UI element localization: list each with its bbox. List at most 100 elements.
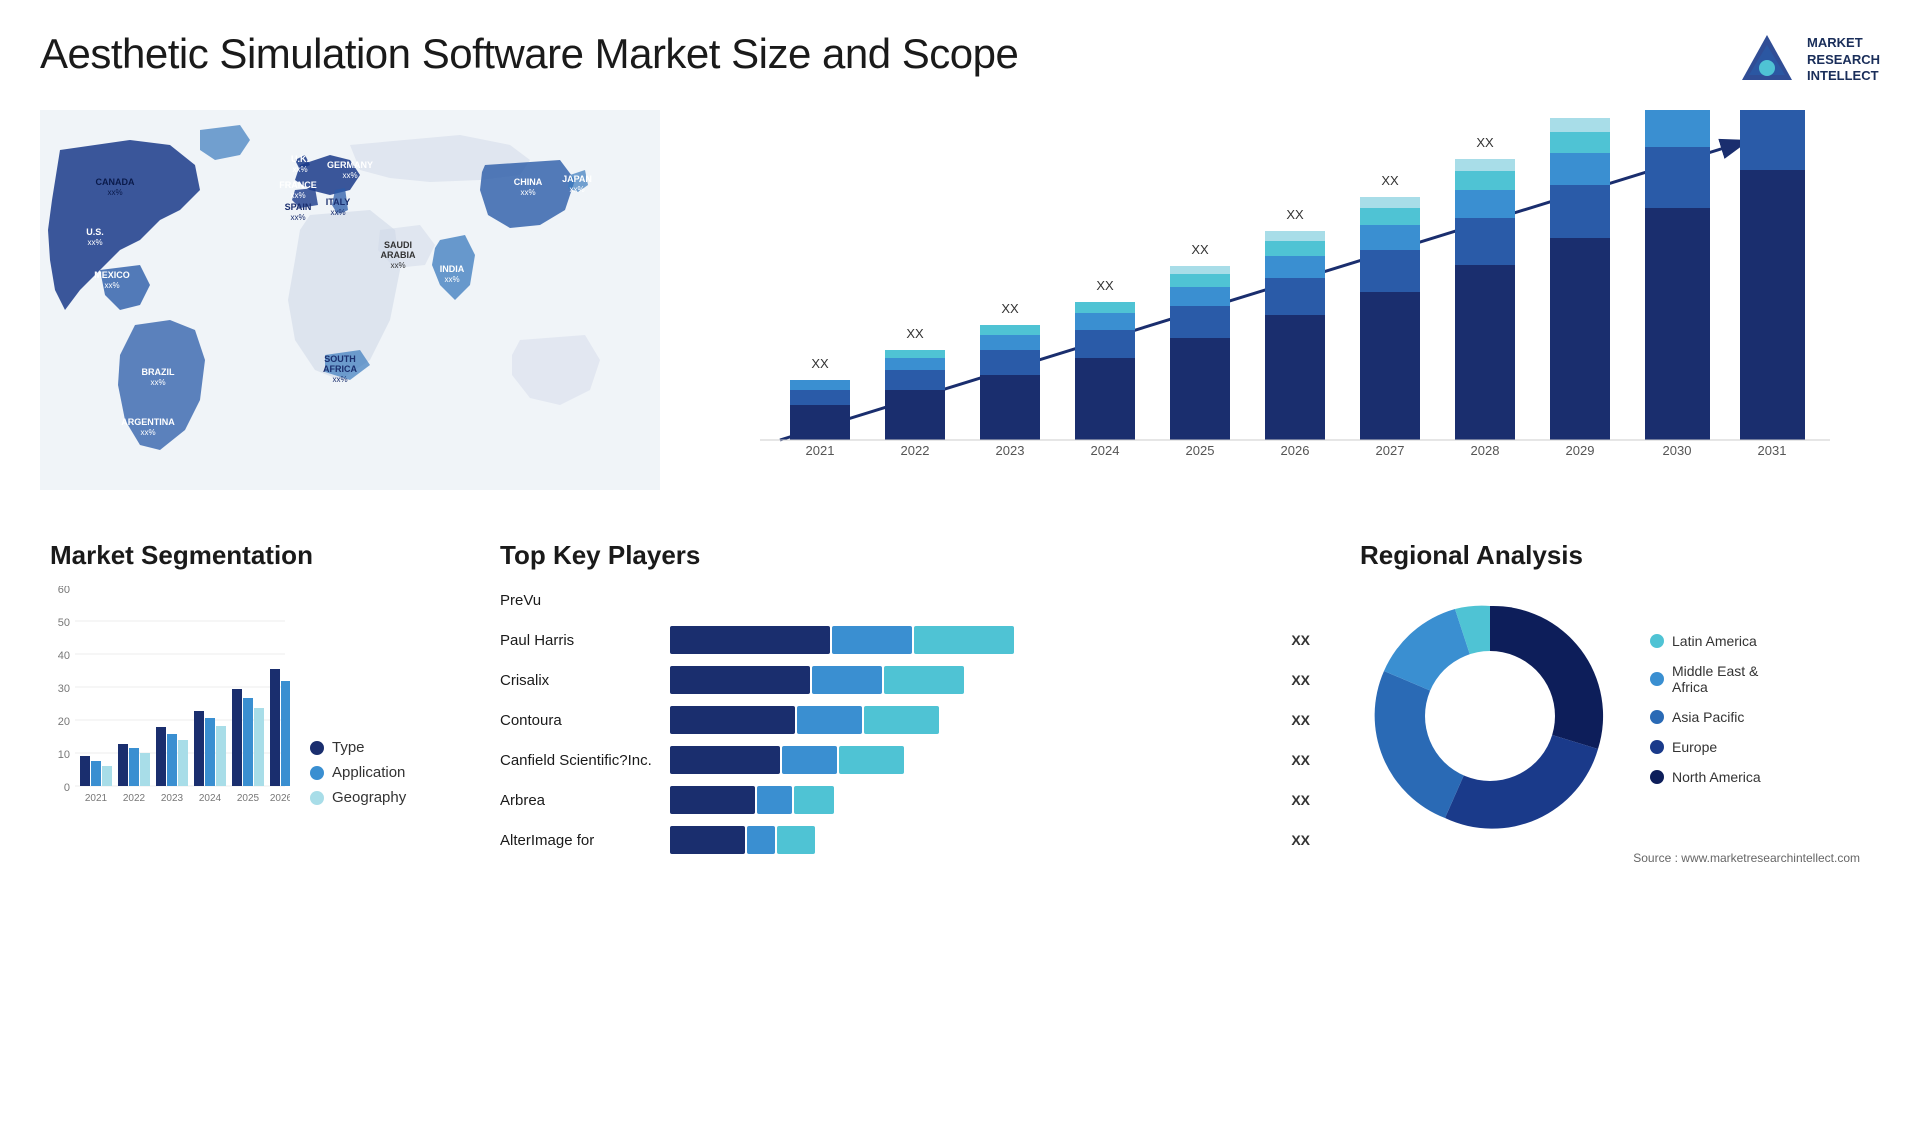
svg-text:U.K.: U.K. bbox=[291, 154, 309, 164]
europe-dot bbox=[1650, 740, 1664, 754]
page-title: Aesthetic Simulation Software Market Siz… bbox=[40, 30, 1018, 78]
bar-seg-1 bbox=[670, 826, 745, 854]
svg-text:INDIA: INDIA bbox=[440, 264, 465, 274]
svg-text:xx%: xx% bbox=[342, 171, 357, 180]
legend-latin-america: Latin America bbox=[1650, 633, 1761, 649]
svg-text:2024: 2024 bbox=[1091, 443, 1120, 458]
svg-text:xx%: xx% bbox=[104, 281, 119, 290]
regional-title: Regional Analysis bbox=[1360, 540, 1900, 571]
svg-text:XX: XX bbox=[1476, 135, 1494, 150]
svg-text:CANADA: CANADA bbox=[96, 177, 135, 187]
main-content: CANADA xx% U.S. xx% MEXICO xx% BRAZIL xx… bbox=[0, 100, 1920, 890]
bottom-content: Market Segmentation 0 10 20 30 40 50 60 bbox=[30, 520, 1920, 890]
svg-text:xx%: xx% bbox=[290, 191, 305, 200]
svg-text:2023: 2023 bbox=[996, 443, 1025, 458]
svg-text:xx%: xx% bbox=[330, 208, 345, 217]
svg-text:2029: 2029 bbox=[1566, 443, 1595, 458]
legend-geography: Geography bbox=[310, 789, 406, 806]
svg-text:2026: 2026 bbox=[1281, 443, 1310, 458]
bar-seg-2 bbox=[782, 746, 837, 774]
svg-text:2022: 2022 bbox=[123, 793, 146, 804]
bar-seg-3 bbox=[777, 826, 815, 854]
bar-seg-3 bbox=[839, 746, 904, 774]
svg-text:xx%: xx% bbox=[569, 185, 584, 194]
legend-type-dot bbox=[310, 741, 324, 755]
north-america-dot bbox=[1650, 770, 1664, 784]
svg-text:2025: 2025 bbox=[1186, 443, 1215, 458]
svg-text:xx%: xx% bbox=[444, 275, 459, 284]
player-paul-harris: Paul Harris XX bbox=[500, 626, 1310, 654]
legend-middle-east-africa: Middle East &Africa bbox=[1650, 663, 1761, 695]
legend-geography-dot bbox=[310, 791, 324, 805]
bar-seg-2 bbox=[747, 826, 775, 854]
bar-seg-2 bbox=[757, 786, 792, 814]
key-players-title: Top Key Players bbox=[500, 540, 1310, 571]
legend-europe: Europe bbox=[1650, 739, 1761, 755]
bar-chart-svg: XX 2021 XX 2022 XX 2023 bbox=[700, 110, 1900, 490]
bar-chart-section: XX 2021 XX 2022 XX 2023 bbox=[680, 100, 1920, 520]
svg-text:CHINA: CHINA bbox=[514, 177, 543, 187]
bar-chart-container: XX 2021 XX 2022 XX 2023 bbox=[700, 110, 1900, 490]
svg-text:U.S.: U.S. bbox=[86, 227, 104, 237]
svg-text:SAUDI: SAUDI bbox=[384, 240, 412, 250]
svg-text:2028: 2028 bbox=[1471, 443, 1500, 458]
players-list: PreVu Paul Harris XX Crisalix bbox=[500, 586, 1310, 854]
svg-text:2026: 2026 bbox=[270, 793, 290, 804]
bar-seg-1 bbox=[670, 706, 795, 734]
svg-text:xx%: xx% bbox=[332, 375, 347, 384]
paul-harris-bar bbox=[670, 626, 1276, 654]
bar-seg-2 bbox=[832, 626, 912, 654]
svg-text:BRAZIL: BRAZIL bbox=[142, 367, 175, 377]
svg-text:30: 30 bbox=[58, 683, 70, 695]
svg-text:xx%: xx% bbox=[107, 188, 122, 197]
svg-text:JAPAN: JAPAN bbox=[562, 174, 592, 184]
svg-text:xx%: xx% bbox=[520, 188, 535, 197]
logo-icon bbox=[1737, 30, 1797, 90]
svg-text:2030: 2030 bbox=[1663, 443, 1692, 458]
segmentation-chart: 0 10 20 30 40 50 60 bbox=[50, 586, 290, 806]
world-map-container: CANADA xx% U.S. xx% MEXICO xx% BRAZIL xx… bbox=[40, 110, 670, 490]
svg-text:XX: XX bbox=[1286, 207, 1304, 222]
svg-text:2022: 2022 bbox=[901, 443, 930, 458]
header: Aesthetic Simulation Software Market Siz… bbox=[0, 0, 1920, 100]
svg-text:xx%: xx% bbox=[87, 238, 102, 247]
bar-seg-3 bbox=[864, 706, 939, 734]
donut-chart bbox=[1360, 586, 1620, 846]
svg-text:2021: 2021 bbox=[85, 793, 108, 804]
svg-text:AFRICA: AFRICA bbox=[323, 364, 357, 374]
player-alterimage: AlterImage for XX bbox=[500, 826, 1310, 854]
source-text: Source : www.marketresearchintellect.com bbox=[1360, 846, 1900, 870]
legend-north-america: North America bbox=[1650, 769, 1761, 785]
donut-container: Latin America Middle East &Africa Asia P… bbox=[1360, 586, 1900, 846]
world-map-svg: CANADA xx% U.S. xx% MEXICO xx% BRAZIL xx… bbox=[40, 110, 660, 490]
svg-text:xx%: xx% bbox=[150, 378, 165, 387]
logo: MARKET RESEARCH INTELLECT bbox=[1737, 30, 1880, 90]
svg-text:xx%: xx% bbox=[140, 428, 155, 437]
player-prevu: PreVu bbox=[500, 586, 1310, 614]
bar-seg-3 bbox=[914, 626, 1014, 654]
player-crisalix: Crisalix XX bbox=[500, 666, 1310, 694]
regional-legend: Latin America Middle East &Africa Asia P… bbox=[1650, 633, 1761, 799]
svg-text:SOUTH: SOUTH bbox=[324, 354, 356, 364]
svg-text:ARABIA: ARABIA bbox=[381, 250, 416, 260]
svg-text:GERMANY: GERMANY bbox=[327, 160, 373, 170]
player-canfield: Canfield Scientific?Inc. XX bbox=[500, 746, 1310, 774]
crisalix-bar bbox=[670, 666, 1276, 694]
svg-text:XX: XX bbox=[811, 356, 829, 371]
svg-text:xx%: xx% bbox=[290, 213, 305, 222]
svg-text:20: 20 bbox=[58, 716, 70, 728]
svg-text:ITALY: ITALY bbox=[326, 197, 351, 207]
svg-text:2025: 2025 bbox=[237, 793, 260, 804]
arbrea-bar bbox=[670, 786, 1276, 814]
player-contoura: Contoura XX bbox=[500, 706, 1310, 734]
prevu-bar bbox=[670, 586, 1310, 614]
regional-section: Regional Analysis bbox=[1350, 530, 1910, 880]
canfield-bar bbox=[670, 746, 1276, 774]
legend-application: Application bbox=[310, 764, 406, 781]
svg-text:50: 50 bbox=[58, 617, 70, 629]
svg-text:XX: XX bbox=[906, 326, 924, 341]
svg-text:xx%: xx% bbox=[292, 165, 307, 174]
svg-text:MEXICO: MEXICO bbox=[94, 270, 130, 280]
bar-seg-2 bbox=[812, 666, 882, 694]
alterimage-bar bbox=[670, 826, 1276, 854]
